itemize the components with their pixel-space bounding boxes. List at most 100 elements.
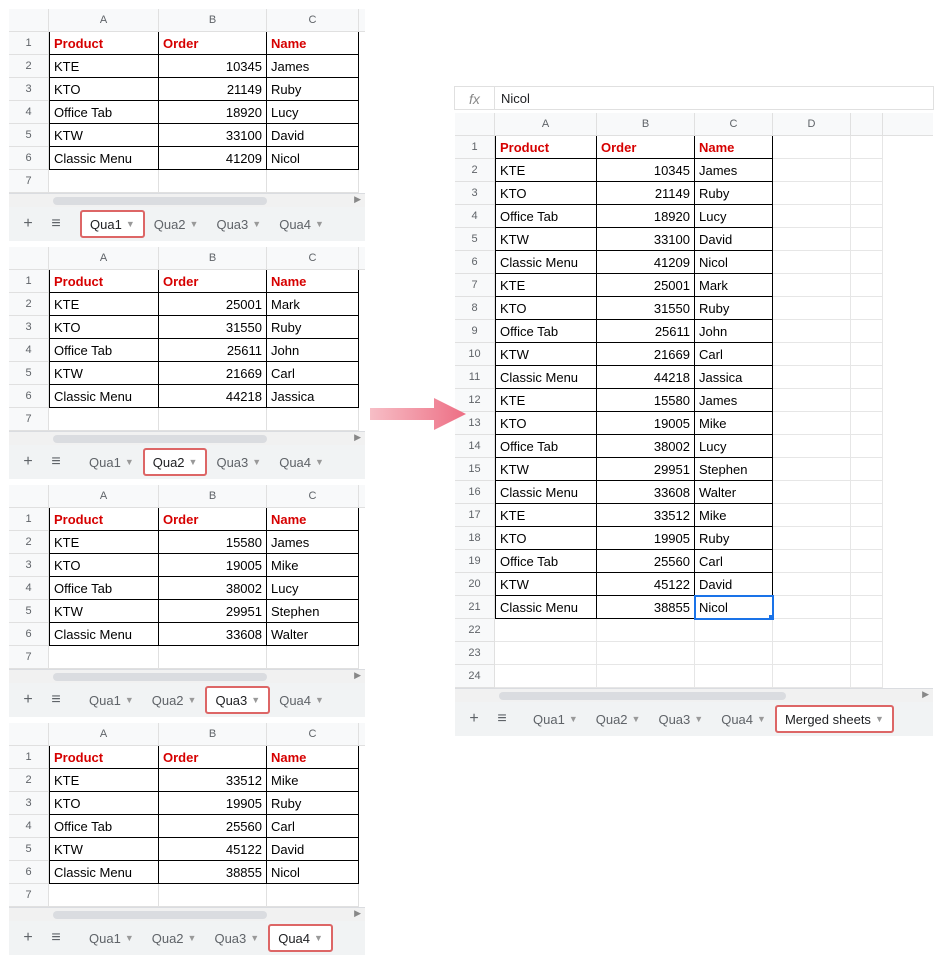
row-num[interactable]: 11 (455, 366, 495, 389)
col-C[interactable]: C (267, 485, 359, 507)
cell[interactable]: 44218 (159, 385, 267, 408)
tab-qua3[interactable]: Qua3▼ (650, 706, 711, 732)
tab-qua2[interactable]: Qua2▼ (144, 925, 205, 951)
cell[interactable]: Classic Menu (49, 623, 159, 646)
row-num[interactable]: 10 (455, 343, 495, 366)
cell[interactable]: 19005 (597, 412, 695, 435)
cell[interactable] (495, 642, 597, 665)
cell[interactable]: Walter (267, 623, 359, 646)
cell[interactable]: David (695, 573, 773, 596)
cell[interactable] (851, 297, 883, 320)
row-num[interactable]: 2 (9, 293, 49, 316)
tab-qua1[interactable]: Qua1▼ (81, 687, 142, 713)
cell[interactable]: KTE (495, 159, 597, 182)
row-num[interactable]: 3 (455, 182, 495, 205)
cell[interactable] (773, 343, 851, 366)
cell[interactable]: Walter (695, 481, 773, 504)
cell[interactable] (851, 573, 883, 596)
cell[interactable]: Nicol (695, 596, 773, 619)
cell[interactable]: 21669 (597, 343, 695, 366)
cell[interactable]: KTW (495, 228, 597, 251)
cell[interactable]: Office Tab (49, 101, 159, 124)
tab-qua3[interactable]: Qua3▼ (208, 449, 269, 475)
tab-qua4[interactable]: Qua4▼ (713, 706, 774, 732)
row-num[interactable]: 2 (9, 769, 49, 792)
row-num[interactable]: 21 (455, 596, 495, 619)
cell[interactable] (851, 182, 883, 205)
tab-qua2[interactable]: Qua2▼ (146, 211, 207, 237)
col-A[interactable]: A (49, 247, 159, 269)
row-num[interactable]: 3 (9, 554, 49, 577)
cell[interactable] (773, 136, 851, 159)
cell[interactable]: KTO (495, 527, 597, 550)
cell[interactable]: Carl (695, 550, 773, 573)
cell[interactable] (49, 408, 159, 431)
cell[interactable] (851, 458, 883, 481)
cell[interactable] (267, 884, 359, 907)
tab-qua3[interactable]: Qua3▼ (208, 211, 269, 237)
cell[interactable]: KTE (495, 504, 597, 527)
cell[interactable]: David (695, 228, 773, 251)
cell[interactable]: 10345 (159, 55, 267, 78)
row-num[interactable]: 2 (9, 55, 49, 78)
col-B[interactable]: B (159, 485, 267, 507)
row-num[interactable]: 23 (455, 642, 495, 665)
row-num[interactable]: 4 (9, 577, 49, 600)
cell[interactable]: 45122 (597, 573, 695, 596)
row-num[interactable]: 6 (9, 623, 49, 646)
row-num[interactable]: 1 (455, 136, 495, 159)
cell[interactable]: Classic Menu (49, 861, 159, 884)
cell[interactable]: KTW (49, 362, 159, 385)
col-A[interactable]: A (495, 113, 597, 135)
cell[interactable]: KTO (49, 78, 159, 101)
cell[interactable]: 38855 (159, 861, 267, 884)
cell[interactable]: Classic Menu (495, 596, 597, 619)
cell[interactable]: KTO (49, 316, 159, 339)
cell[interactable] (773, 274, 851, 297)
col-B[interactable]: B (597, 113, 695, 135)
row-num[interactable]: 6 (455, 251, 495, 274)
cell[interactable]: Office Tab (49, 577, 159, 600)
cell[interactable] (851, 343, 883, 366)
cell[interactable]: 33608 (597, 481, 695, 504)
cell[interactable] (773, 573, 851, 596)
row-num[interactable]: 6 (9, 385, 49, 408)
cell[interactable]: Lucy (695, 205, 773, 228)
row-num[interactable]: 20 (455, 573, 495, 596)
col-C[interactable]: C (267, 247, 359, 269)
cell[interactable] (495, 619, 597, 642)
cell[interactable]: 41209 (597, 251, 695, 274)
col-A[interactable]: A (49, 485, 159, 507)
add-sheet-button[interactable]: + (15, 925, 41, 951)
cell[interactable]: 21149 (159, 78, 267, 101)
cell[interactable]: Office Tab (495, 205, 597, 228)
tab-qua1[interactable]: Qua1▼ (81, 211, 144, 237)
cell[interactable]: 33608 (159, 623, 267, 646)
cell[interactable]: Mark (695, 274, 773, 297)
cell[interactable]: KTE (49, 769, 159, 792)
cell[interactable]: 15580 (597, 389, 695, 412)
cell[interactable]: 44218 (597, 366, 695, 389)
row-num[interactable]: 13 (455, 412, 495, 435)
cell[interactable] (597, 642, 695, 665)
cell[interactable] (773, 435, 851, 458)
add-sheet-button[interactable]: + (461, 706, 487, 732)
cell[interactable]: James (267, 55, 359, 78)
cell[interactable] (267, 646, 359, 669)
cell[interactable]: Nicol (267, 861, 359, 884)
tab-merged-sheets[interactable]: Merged sheets▼ (776, 706, 893, 732)
row-num[interactable]: 3 (9, 78, 49, 101)
cell[interactable]: 31550 (597, 297, 695, 320)
cell[interactable]: 25001 (159, 293, 267, 316)
cell[interactable]: KTW (495, 343, 597, 366)
cell[interactable] (851, 435, 883, 458)
cell[interactable] (695, 665, 773, 688)
cell[interactable]: 21669 (159, 362, 267, 385)
tab-qua4[interactable]: Qua4▼ (269, 925, 332, 951)
cell[interactable]: KTW (49, 600, 159, 623)
cell[interactable]: 18920 (597, 205, 695, 228)
cell[interactable]: 25611 (597, 320, 695, 343)
cell[interactable] (773, 182, 851, 205)
cell[interactable] (49, 646, 159, 669)
cell[interactable]: KTO (495, 412, 597, 435)
